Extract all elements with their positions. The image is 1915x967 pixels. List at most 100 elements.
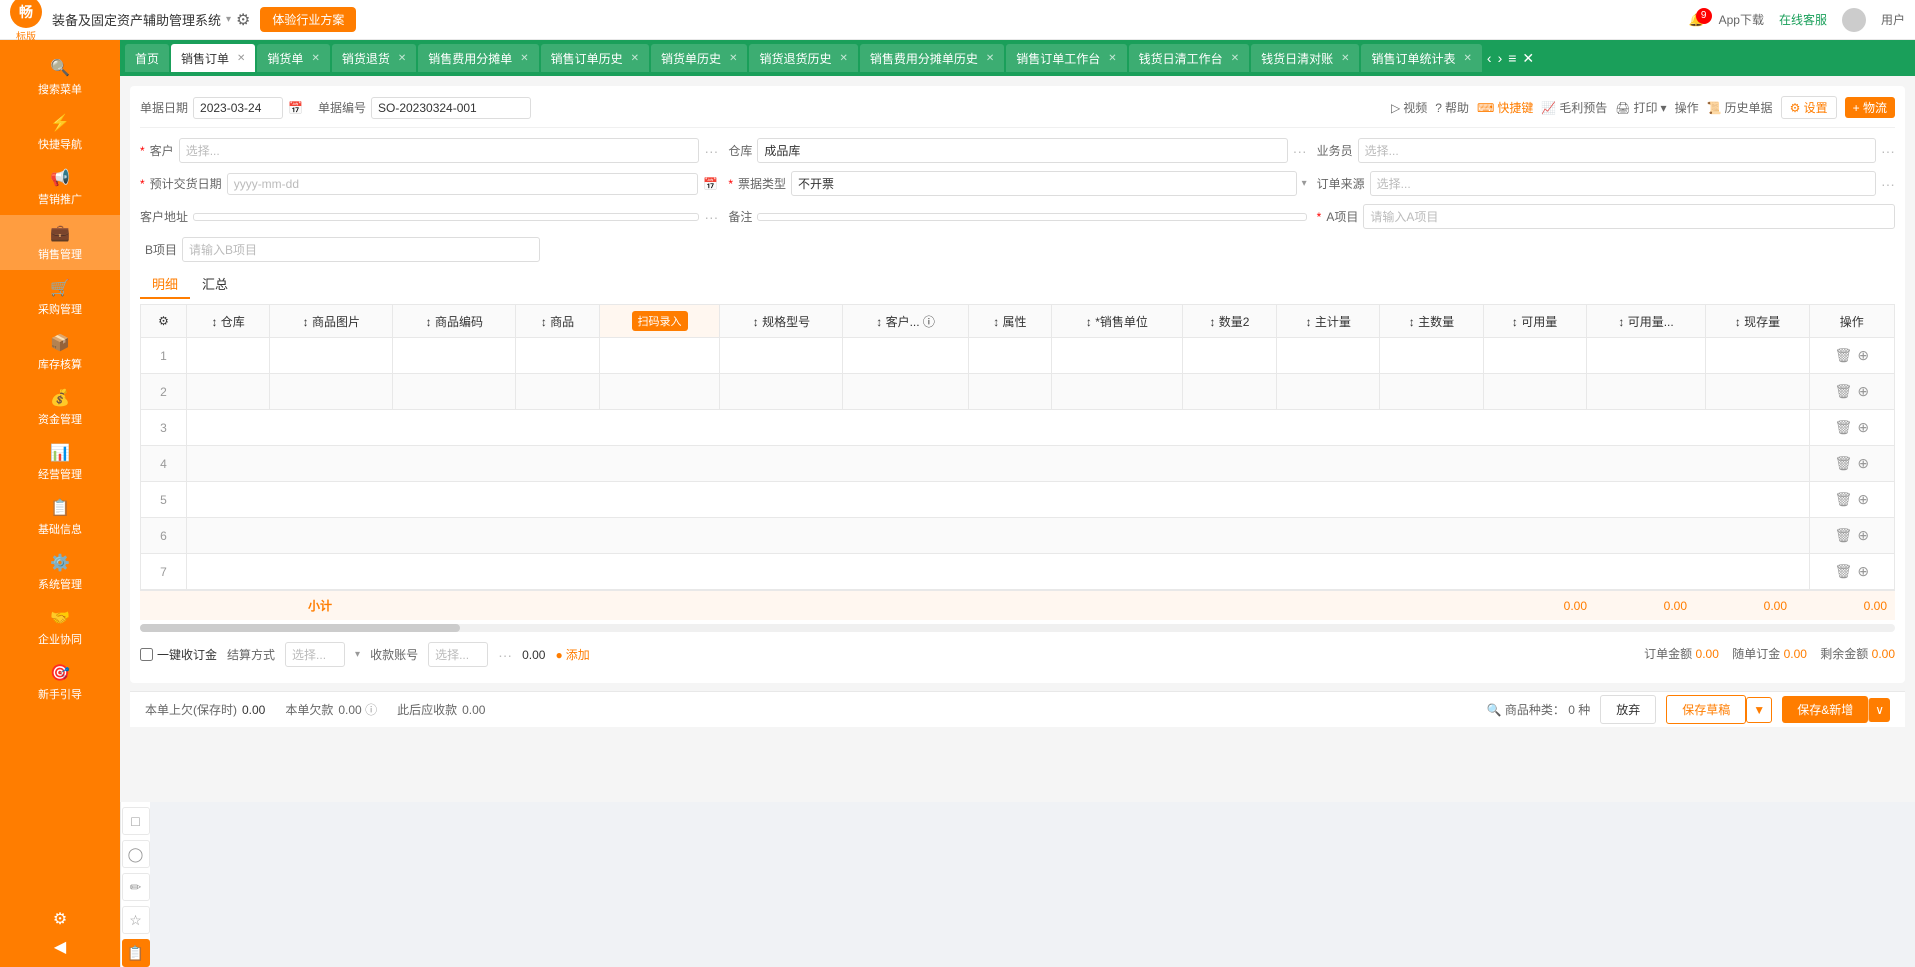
tab-sales-order[interactable]: 销售订单 ✕ — [171, 44, 255, 72]
setting-button[interactable]: ⚙ 设置 — [1781, 96, 1837, 119]
row-2-main-unit[interactable] — [1277, 374, 1380, 410]
tab-prev-button[interactable]: ‹ — [1484, 50, 1495, 66]
tab-cash-workbench-close[interactable]: ✕ — [1231, 53, 1239, 64]
row-1-copy-icon[interactable]: ⊕ — [1857, 347, 1869, 364]
customer-address-input[interactable] — [193, 213, 699, 221]
sidebar-settings-icon[interactable]: ⚙ — [53, 909, 67, 929]
one-click-checkbox[interactable] — [140, 648, 153, 661]
col-main-qty[interactable]: ↕ 主数量 — [1380, 305, 1483, 338]
row-5-delete-icon[interactable]: 🗑 — [1835, 491, 1853, 508]
date-value[interactable]: 2023-03-24 — [193, 97, 283, 119]
salesperson-input[interactable]: 选择... — [1358, 138, 1876, 163]
invoice-type-select[interactable]: 不开票 — [791, 171, 1297, 196]
warehouse-expand-icon[interactable]: ··· — [1293, 143, 1307, 159]
order-source-input[interactable]: 选择... — [1370, 171, 1876, 196]
row-1-delete-icon[interactable]: 🗑 — [1835, 347, 1853, 364]
tab-sales-return[interactable]: 销货退货 ✕ — [332, 44, 416, 72]
row-1-customer-code[interactable] — [843, 338, 968, 374]
row-2-customer-code[interactable] — [843, 374, 968, 410]
tab-cash-workbench[interactable]: 钱货日清工作台 ✕ — [1129, 44, 1249, 72]
col-warehouse[interactable]: ↕ 仓库 — [186, 305, 269, 338]
warehouse-input[interactable]: 成品库 — [757, 138, 1287, 163]
customer-expand-icon[interactable]: ··· — [704, 143, 718, 159]
sidebar-item-system[interactable]: ⚙️ 系统管理 — [0, 545, 120, 600]
help-action[interactable]: ? 帮助 — [1435, 99, 1469, 116]
payment-method-dropdown[interactable]: ▾ — [355, 649, 360, 660]
tab-expense-history-close[interactable]: ✕ — [986, 53, 994, 64]
summary-tab[interactable]: 汇总 — [190, 270, 240, 299]
date-calendar-icon[interactable]: 📅 — [288, 101, 303, 115]
tab-home[interactable]: 首页 — [125, 44, 169, 72]
save-draft-dropdown-button[interactable]: ▼ — [1746, 697, 1772, 723]
add-payment-link[interactable]: ● 添加 — [555, 646, 589, 663]
row-1-code[interactable] — [393, 338, 516, 374]
settings-gear-icon[interactable]: ⚙ — [236, 10, 250, 30]
row-1-warehouse[interactable] — [186, 338, 269, 374]
sidebar-collapse-icon[interactable]: ◀ — [54, 937, 66, 957]
tab-cash-reconcile-close[interactable]: ✕ — [1341, 53, 1349, 64]
tab-expense-history[interactable]: 销售费用分摊单历史 ✕ — [860, 44, 1004, 72]
row-2-unit[interactable] — [1052, 374, 1183, 410]
sidebar-item-operations[interactable]: 📊 经营管理 — [0, 435, 120, 490]
col-available[interactable]: ↕ 可用量 — [1483, 305, 1586, 338]
print-action[interactable]: 🖨 打印 ▾ — [1615, 99, 1666, 116]
row-1-attr[interactable] — [968, 338, 1051, 374]
tab-order-stats[interactable]: 销售订单统计表 ✕ — [1361, 44, 1481, 72]
scroll-thumb[interactable] — [140, 624, 460, 632]
save-new-dropdown-button[interactable]: ∨ — [1868, 698, 1890, 722]
tab-sales-return-close[interactable]: ✕ — [398, 53, 406, 64]
row-2-delete-icon[interactable]: 🗑 — [1835, 383, 1853, 400]
history-action[interactable]: 📜 历史单据 — [1707, 99, 1773, 116]
row-2-main-qty[interactable] — [1380, 374, 1483, 410]
row-2-warehouse[interactable] — [186, 374, 269, 410]
save-new-button[interactable]: 保存&新增 — [1782, 696, 1868, 723]
solution-button[interactable]: 体验行业方案 — [260, 7, 356, 32]
col-available2[interactable]: ↕ 可用量... — [1586, 305, 1706, 338]
row-2-code[interactable] — [393, 374, 516, 410]
detail-tab[interactable]: 明细 — [140, 270, 190, 299]
row-1-qty2[interactable] — [1182, 338, 1276, 374]
online-service-link[interactable]: 在线客服 — [1779, 11, 1827, 28]
account-expand-icon[interactable]: ··· — [498, 647, 512, 663]
debt-info-icon[interactable]: ⓘ — [365, 703, 377, 717]
row-7-delete-icon[interactable]: 🗑 — [1835, 563, 1853, 580]
right-icon-3[interactable]: ✏ — [122, 873, 150, 901]
tab-sales-order-close[interactable]: ✕ — [237, 53, 245, 64]
col-main-unit[interactable]: ↕ 主计量 — [1277, 305, 1380, 338]
b-project-input[interactable]: 请输入B项目 — [182, 237, 540, 262]
delivery-calendar-icon[interactable]: 📅 — [703, 177, 718, 191]
row-2-spec[interactable] — [720, 374, 843, 410]
row-1-main-qty[interactable] — [1380, 338, 1483, 374]
col-unit[interactable]: ↕ *销售单位 — [1052, 305, 1183, 338]
tab-invoice-history[interactable]: 销货单历史 ✕ — [651, 44, 747, 72]
tab-cash-reconcile[interactable]: 钱货日清对账 ✕ — [1251, 44, 1359, 72]
tab-sales-invoice-close[interactable]: ✕ — [311, 53, 319, 64]
row-4-copy-icon[interactable]: ⊕ — [1857, 455, 1869, 472]
row-5-copy-icon[interactable]: ⊕ — [1857, 491, 1869, 508]
order-num-value[interactable]: SO-20230324-001 — [371, 97, 531, 119]
tab-order-workbench[interactable]: 销售订单工作台 ✕ — [1006, 44, 1126, 72]
sidebar-item-purchase[interactable]: 🛒 采购管理 — [0, 270, 120, 325]
row-6-copy-icon[interactable]: ⊕ — [1857, 527, 1869, 544]
row-1-main-unit[interactable] — [1277, 338, 1380, 374]
tab-sales-expense[interactable]: 销售费用分摊单 ✕ — [418, 44, 538, 72]
tab-order-workbench-close[interactable]: ✕ — [1108, 53, 1116, 64]
sidebar-item-quicknav[interactable]: ⚡ 快捷导航 — [0, 105, 120, 160]
shortcut-action[interactable]: ⌨ 快捷键 — [1477, 99, 1533, 116]
col-qty2[interactable]: ↕ 数量2 — [1182, 305, 1276, 338]
row-3-copy-icon[interactable]: ⊕ — [1857, 419, 1869, 436]
operation-action[interactable]: 操作 — [1675, 99, 1699, 116]
col-stock[interactable]: ↕ 现存量 — [1706, 305, 1809, 338]
system-dropdown-arrow[interactable]: ▾ — [226, 14, 231, 25]
col-settings[interactable]: ⚙ — [141, 305, 187, 338]
col-image[interactable]: ↕ 商品图片 — [270, 305, 393, 338]
sidebar-item-basic[interactable]: 📋 基础信息 — [0, 490, 120, 545]
a-project-input[interactable]: 请输入A项目 — [1363, 204, 1895, 229]
tab-order-history-close[interactable]: ✕ — [631, 53, 639, 64]
right-icon-5[interactable]: 📋 — [122, 939, 150, 967]
remarks-input[interactable] — [757, 213, 1306, 221]
row-2-copy-icon[interactable]: ⊕ — [1857, 383, 1869, 400]
horizontal-scrollbar[interactable] — [140, 624, 1895, 632]
sidebar-item-sales[interactable]: 💼 销售管理 — [0, 215, 120, 270]
tab-invoice-history-close[interactable]: ✕ — [729, 53, 737, 64]
